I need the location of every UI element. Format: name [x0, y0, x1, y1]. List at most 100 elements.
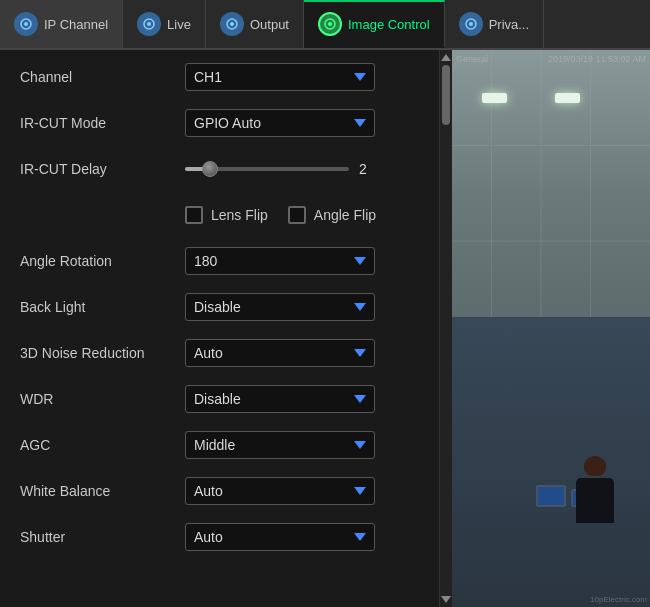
person-head: [584, 456, 606, 476]
channel-dropdown-arrow: [354, 73, 366, 81]
angle-flip-checkbox-item[interactable]: Angle Flip: [288, 206, 376, 224]
noise-reduction-dropdown[interactable]: Auto: [185, 339, 375, 367]
channel-label: Channel: [20, 69, 185, 85]
ircut-mode-dropdown-arrow: [354, 119, 366, 127]
ircut-mode-control: GPIO Auto: [185, 109, 419, 137]
svg-point-5: [230, 22, 234, 26]
nav-privacy-label: Priva...: [489, 17, 529, 32]
svg-point-7: [328, 22, 332, 26]
nav-image-control-label: Image Control: [348, 17, 430, 32]
scroll-down-button[interactable]: [441, 596, 451, 603]
angle-flip-checkbox[interactable]: [288, 206, 306, 224]
agc-row: AGC Middle: [20, 428, 419, 462]
white-balance-dropdown[interactable]: Auto: [185, 477, 375, 505]
shutter-control: Auto: [185, 523, 419, 551]
back-light-label: Back Light: [20, 299, 185, 315]
angle-rotation-dropdown[interactable]: 180: [185, 247, 375, 275]
flip-controls: Lens Flip Angle Flip: [185, 206, 419, 224]
svg-point-3: [147, 22, 151, 26]
flip-row: Lens Flip Angle Flip: [20, 198, 419, 232]
nav-ip-channel-label: IP Channel: [44, 17, 108, 32]
nav-live-label: Live: [167, 17, 191, 32]
noise-reduction-row: 3D Noise Reduction Auto: [20, 336, 419, 370]
person-body: [576, 478, 614, 523]
back-light-row: Back Light Disable: [20, 290, 419, 324]
person-silhouette: [576, 456, 614, 523]
ircut-delay-slider-container: 2: [185, 161, 375, 177]
nav-live[interactable]: Live: [123, 0, 206, 48]
white-balance-value: Auto: [194, 483, 223, 499]
shutter-label: Shutter: [20, 529, 185, 545]
scroll-thumb-container: [440, 61, 452, 596]
white-balance-dropdown-arrow: [354, 487, 366, 495]
monitor-1: [536, 485, 566, 507]
ircut-delay-row: IR-CUT Delay 2: [20, 152, 419, 186]
datetime-overlay: 2019/03/19 11:53:02 AM: [548, 54, 646, 64]
image-control-icon: [318, 12, 342, 36]
ircut-mode-row: IR-CUT Mode GPIO Auto: [20, 106, 419, 140]
nav-output-label: Output: [250, 17, 289, 32]
ip-channel-icon: [14, 12, 38, 36]
camera-preview: General 2019/03/19 11:53:02 AM 10pElectr…: [452, 50, 650, 607]
wdr-label: WDR: [20, 391, 185, 407]
nav-ip-channel[interactable]: IP Channel: [0, 0, 123, 48]
channel-value: CH1: [194, 69, 222, 85]
angle-rotation-row: Angle Rotation 180: [20, 244, 419, 278]
noise-reduction-control: Auto: [185, 339, 419, 367]
watermark-overlay: 10pElectric.com: [590, 595, 647, 604]
back-light-dropdown[interactable]: Disable: [185, 293, 375, 321]
ircut-delay-control: 2: [185, 161, 419, 177]
agc-value: Middle: [194, 437, 235, 453]
channel-overlay-label: General: [456, 54, 488, 64]
scroll-thumb[interactable]: [442, 65, 450, 125]
ceiling-area: [452, 50, 650, 340]
nav-image-control[interactable]: Image Control: [304, 0, 445, 48]
nav-privacy[interactable]: Priva...: [445, 0, 544, 48]
main-content: Channel CH1 IR-CUT Mode GPIO Auto IR-CUT…: [0, 50, 650, 607]
wdr-value: Disable: [194, 391, 241, 407]
svg-point-1: [24, 22, 28, 26]
shutter-row: Shutter Auto: [20, 520, 419, 554]
wdr-control: Disable: [185, 385, 419, 413]
shutter-value: Auto: [194, 529, 223, 545]
top-navigation: IP Channel Live Output Image Control Pri…: [0, 0, 650, 50]
nav-output[interactable]: Output: [206, 0, 304, 48]
channel-dropdown[interactable]: CH1: [185, 63, 375, 91]
noise-reduction-value: Auto: [194, 345, 223, 361]
shutter-dropdown-arrow: [354, 533, 366, 541]
wdr-row: WDR Disable: [20, 382, 419, 416]
agc-control: Middle: [185, 431, 419, 459]
white-balance-row: White Balance Auto: [20, 474, 419, 508]
back-light-value: Disable: [194, 299, 241, 315]
ircut-delay-label: IR-CUT Delay: [20, 161, 185, 177]
lens-flip-label: Lens Flip: [211, 207, 268, 223]
channel-control: CH1: [185, 63, 419, 91]
angle-rotation-dropdown-arrow: [354, 257, 366, 265]
lens-flip-checkbox-item[interactable]: Lens Flip: [185, 206, 268, 224]
scroll-up-button[interactable]: [441, 54, 451, 61]
agc-dropdown[interactable]: Middle: [185, 431, 375, 459]
settings-panel: Channel CH1 IR-CUT Mode GPIO Auto IR-CUT…: [0, 50, 440, 607]
ircut-delay-slider-thumb[interactable]: [202, 161, 218, 177]
scrollbar[interactable]: [440, 50, 452, 607]
wall-area: [452, 317, 650, 607]
ircut-delay-slider-track[interactable]: [185, 167, 349, 171]
lens-flip-checkbox[interactable]: [185, 206, 203, 224]
white-balance-label: White Balance: [20, 483, 185, 499]
light-2: [555, 93, 580, 103]
camera-preview-panel: General 2019/03/19 11:53:02 AM 10pElectr…: [452, 50, 650, 607]
live-icon: [137, 12, 161, 36]
svg-point-9: [469, 22, 473, 26]
ircut-mode-dropdown[interactable]: GPIO Auto: [185, 109, 375, 137]
white-balance-control: Auto: [185, 477, 419, 505]
angle-rotation-label: Angle Rotation: [20, 253, 185, 269]
ircut-mode-value: GPIO Auto: [194, 115, 261, 131]
noise-reduction-label: 3D Noise Reduction: [20, 345, 185, 361]
light-1: [482, 93, 507, 103]
angle-rotation-control: 180: [185, 247, 419, 275]
back-light-dropdown-arrow: [354, 303, 366, 311]
shutter-dropdown[interactable]: Auto: [185, 523, 375, 551]
angle-rotation-value: 180: [194, 253, 217, 269]
wdr-dropdown[interactable]: Disable: [185, 385, 375, 413]
noise-reduction-dropdown-arrow: [354, 349, 366, 357]
